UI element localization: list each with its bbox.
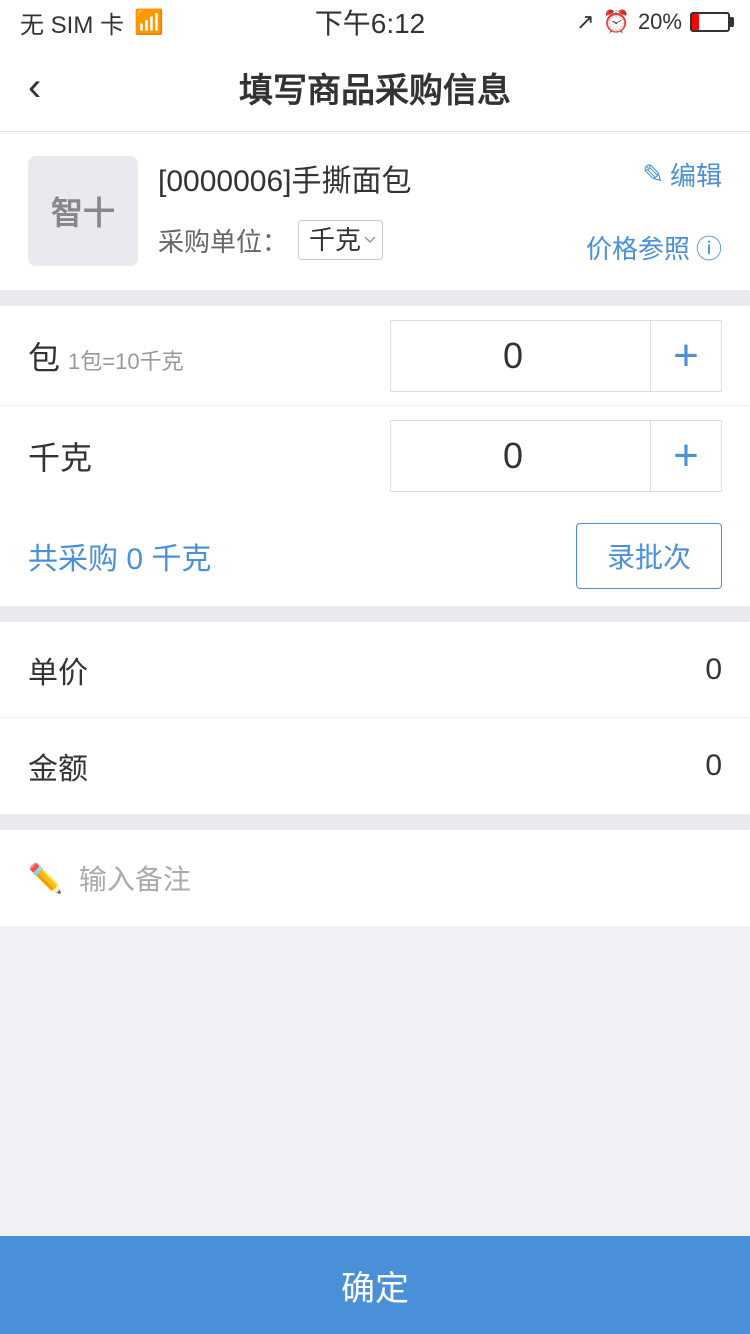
edit-label: 编辑	[670, 156, 722, 193]
remark-placeholder: 输入备注	[79, 858, 191, 898]
info-section: 单价 0 金额 0	[0, 622, 750, 814]
status-bar: 无 SIM 卡 📶 下午6:12 ↗ ⏰ 20%	[0, 0, 750, 44]
bao-label: 包 1包=10千克	[28, 333, 390, 379]
bao-input[interactable]	[390, 320, 650, 392]
bao-input-row: 包 1包=10千克 +	[0, 306, 750, 406]
price-ref-label: 价格参照	[586, 229, 690, 266]
separator-2	[0, 606, 750, 622]
total-amount: 0	[126, 543, 151, 576]
confirm-bar[interactable]: 确定	[0, 1236, 750, 1334]
remark-section[interactable]: ✏️ 输入备注	[0, 830, 750, 926]
price-ref-icon: ⓘ	[696, 229, 722, 266]
price-ref-button[interactable]: 价格参照 ⓘ	[586, 229, 722, 266]
total-row: 共采购 0 千克 录批次	[0, 506, 750, 606]
kg-plus-button[interactable]: +	[650, 420, 722, 492]
battery-icon	[690, 12, 730, 32]
kg-label-main: 千克	[28, 433, 92, 479]
bao-input-right: +	[390, 320, 722, 392]
pencil-icon: ✏️	[28, 862, 63, 895]
amount-label: 金额	[28, 744, 705, 788]
bao-plus-button[interactable]: +	[650, 320, 722, 392]
total-prefix: 共采购	[28, 543, 118, 576]
page-title: 填写商品采购信息	[239, 63, 511, 112]
separator-1	[0, 290, 750, 306]
unit-price-row: 单价 0	[0, 622, 750, 718]
total-unit: 千克	[151, 543, 211, 576]
no-sim-label: 无 SIM 卡	[20, 5, 124, 40]
unit-price-value: 0	[705, 653, 722, 687]
product-card: 智十 [0000006]手撕面包 采购单位： 千克 包 ✎ 编辑 价格参照 ⓘ	[0, 132, 750, 290]
bao-label-sub: 1包=10千克	[68, 344, 184, 376]
status-left: 无 SIM 卡 📶	[20, 5, 164, 40]
input-section: 包 1包=10千克 + 千克 +	[0, 306, 750, 506]
edit-button[interactable]: ✎ 编辑	[642, 156, 722, 193]
nav-bar: ‹ 填写商品采购信息	[0, 44, 750, 132]
empty-space	[0, 926, 750, 1236]
product-image: 智十	[28, 156, 138, 266]
alarm-icon: ⏰	[603, 9, 630, 35]
unit-select[interactable]: 千克 包	[298, 220, 383, 260]
kg-label: 千克	[28, 433, 390, 479]
kg-input-right: +	[390, 420, 722, 492]
back-button[interactable]: ‹	[28, 65, 41, 110]
location-icon: ↗	[576, 9, 594, 35]
kg-input-row: 千克 +	[0, 406, 750, 506]
separator-3	[0, 814, 750, 830]
total-text: 共采购 0 千克	[28, 534, 211, 578]
battery-percent: 20%	[638, 9, 682, 35]
unit-price-label: 单价	[28, 648, 705, 692]
product-logo: 智十	[51, 188, 115, 234]
edit-icon: ✎	[642, 159, 664, 190]
batch-button[interactable]: 录批次	[576, 523, 722, 589]
wifi-icon: 📶	[134, 8, 164, 37]
amount-value: 0	[705, 749, 722, 783]
amount-row: 金额 0	[0, 718, 750, 814]
bao-label-main: 包	[28, 333, 60, 379]
purchase-unit-label: 采购单位：	[158, 222, 288, 259]
status-time: 下午6:12	[315, 2, 426, 42]
status-right: ↗ ⏰ 20%	[576, 9, 730, 35]
kg-input[interactable]	[390, 420, 650, 492]
confirm-button[interactable]: 确定	[341, 1261, 409, 1310]
product-name: [0000006]手撕面包	[158, 156, 722, 200]
